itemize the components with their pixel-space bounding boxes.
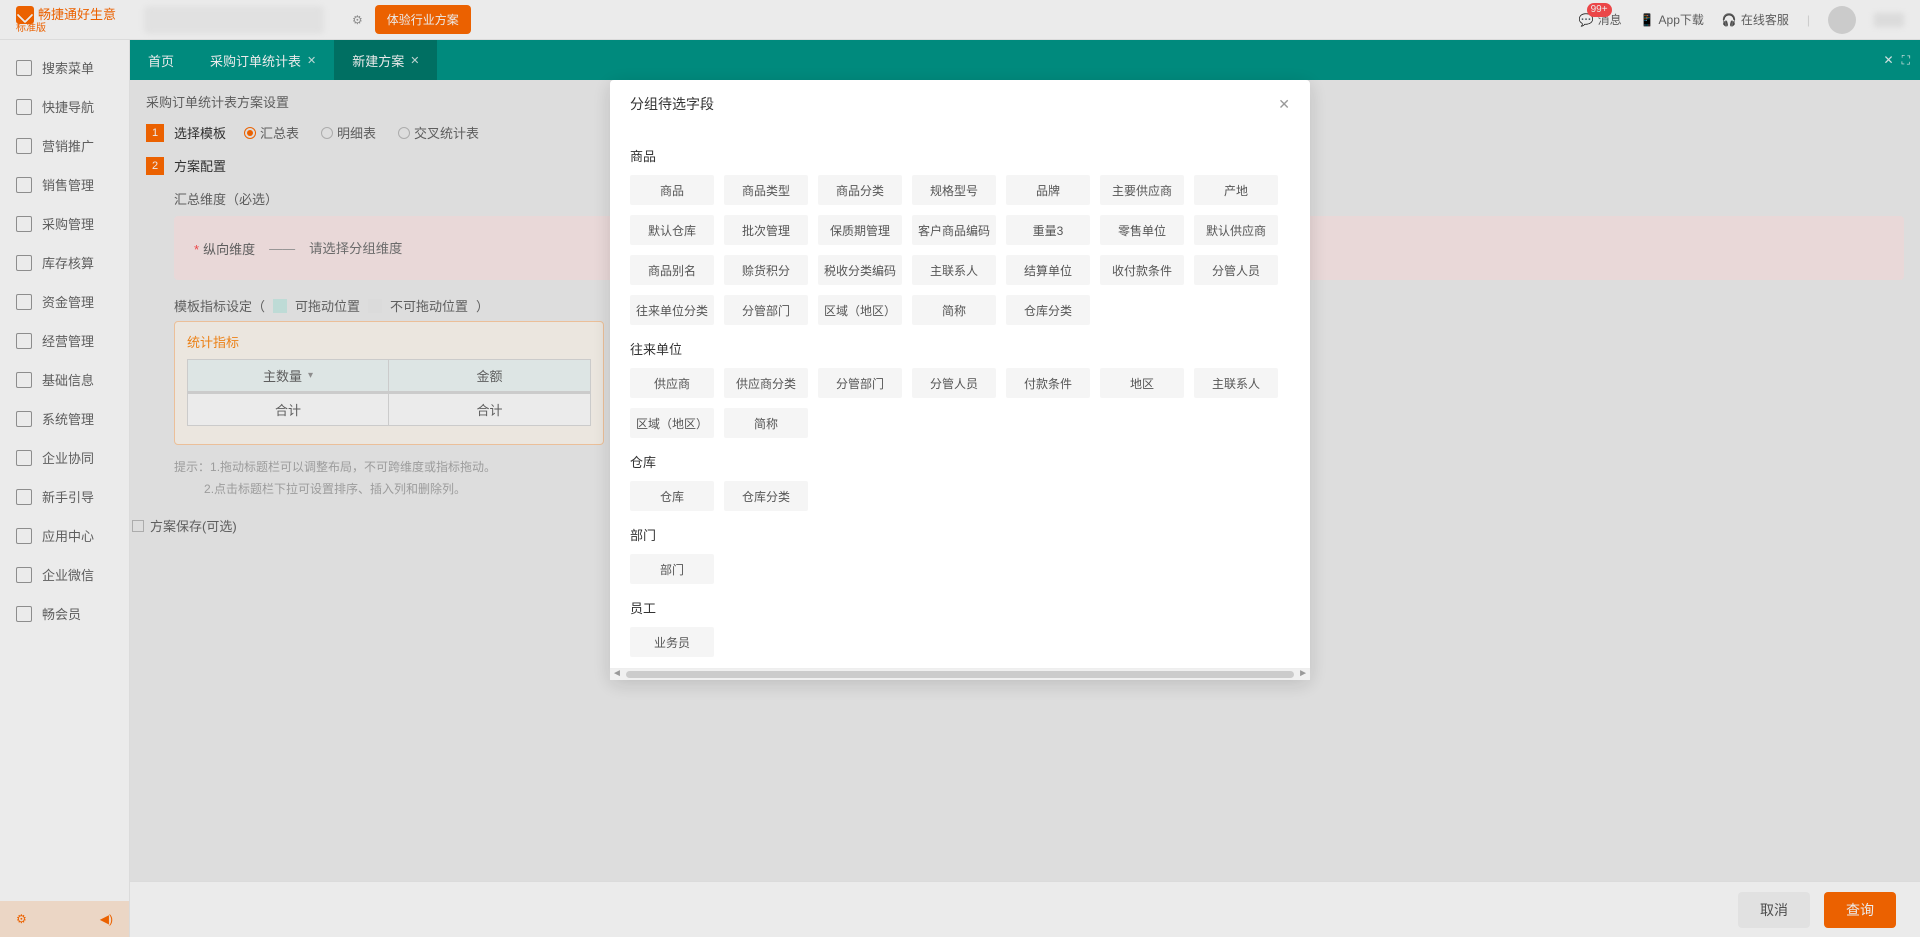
- field-chip[interactable]: 结算单位: [1006, 255, 1090, 285]
- field-chip[interactable]: 仓库: [630, 481, 714, 511]
- field-chip[interactable]: 默认供应商: [1194, 215, 1278, 245]
- field-chip[interactable]: 商品别名: [630, 255, 714, 285]
- field-chip[interactable]: 分管人员: [912, 368, 996, 398]
- field-group-title: 部门: [630, 525, 1290, 544]
- field-chip[interactable]: 部门: [630, 554, 714, 584]
- field-chip[interactable]: 保质期管理: [818, 215, 902, 245]
- field-chip[interactable]: 主要供应商: [1100, 175, 1184, 205]
- field-chip[interactable]: 主联系人: [912, 255, 996, 285]
- modal-title: 分组待选字段: [630, 94, 714, 114]
- horizontal-scrollbar[interactable]: [610, 668, 1310, 680]
- field-chip[interactable]: 商品类型: [724, 175, 808, 205]
- field-chip[interactable]: 零售单位: [1100, 215, 1184, 245]
- field-chip[interactable]: 品牌: [1006, 175, 1090, 205]
- field-chip[interactable]: 默认仓库: [630, 215, 714, 245]
- field-chip[interactable]: 收付款条件: [1100, 255, 1184, 285]
- field-chip[interactable]: 分管人员: [1194, 255, 1278, 285]
- field-chip[interactable]: 供应商: [630, 368, 714, 398]
- field-chip[interactable]: 往来单位分类: [630, 295, 714, 325]
- field-chip[interactable]: 主联系人: [1194, 368, 1278, 398]
- field-chip[interactable]: 商品: [630, 175, 714, 205]
- field-group-title: 往来单位: [630, 339, 1290, 358]
- field-chip[interactable]: 简称: [724, 408, 808, 438]
- field-chip[interactable]: 区域（地区）: [818, 295, 902, 325]
- field-chip[interactable]: 分管部门: [724, 295, 808, 325]
- modal-overlay: 分组待选字段 ✕ 商品商品商品类型商品分类规格型号品牌主要供应商产地默认仓库批次…: [0, 0, 1920, 937]
- field-chip[interactable]: 客户商品编码: [912, 215, 996, 245]
- field-chip[interactable]: 分管部门: [818, 368, 902, 398]
- field-chip[interactable]: 重量3: [1006, 215, 1090, 245]
- field-chip[interactable]: 仓库分类: [1006, 295, 1090, 325]
- field-chip[interactable]: 简称: [912, 295, 996, 325]
- field-chip[interactable]: 供应商分类: [724, 368, 808, 398]
- field-chip[interactable]: 业务员: [630, 627, 714, 657]
- field-chip[interactable]: 仓库分类: [724, 481, 808, 511]
- field-chip[interactable]: 规格型号: [912, 175, 996, 205]
- field-chip[interactable]: 地区: [1100, 368, 1184, 398]
- field-chip[interactable]: 区域（地区）: [630, 408, 714, 438]
- field-chip[interactable]: 税收分类编码: [818, 255, 902, 285]
- field-group-title: 商品: [630, 146, 1290, 165]
- field-chip[interactable]: 付款条件: [1006, 368, 1090, 398]
- field-group-title: 仓库: [630, 452, 1290, 471]
- field-chip[interactable]: 批次管理: [724, 215, 808, 245]
- field-chip[interactable]: 商品分类: [818, 175, 902, 205]
- field-chip[interactable]: 赊货积分: [724, 255, 808, 285]
- field-picker-modal: 分组待选字段 ✕ 商品商品商品类型商品分类规格型号品牌主要供应商产地默认仓库批次…: [610, 80, 1310, 680]
- field-group-title: 员工: [630, 598, 1290, 617]
- close-icon[interactable]: ✕: [1278, 96, 1290, 113]
- field-chip[interactable]: 产地: [1194, 175, 1278, 205]
